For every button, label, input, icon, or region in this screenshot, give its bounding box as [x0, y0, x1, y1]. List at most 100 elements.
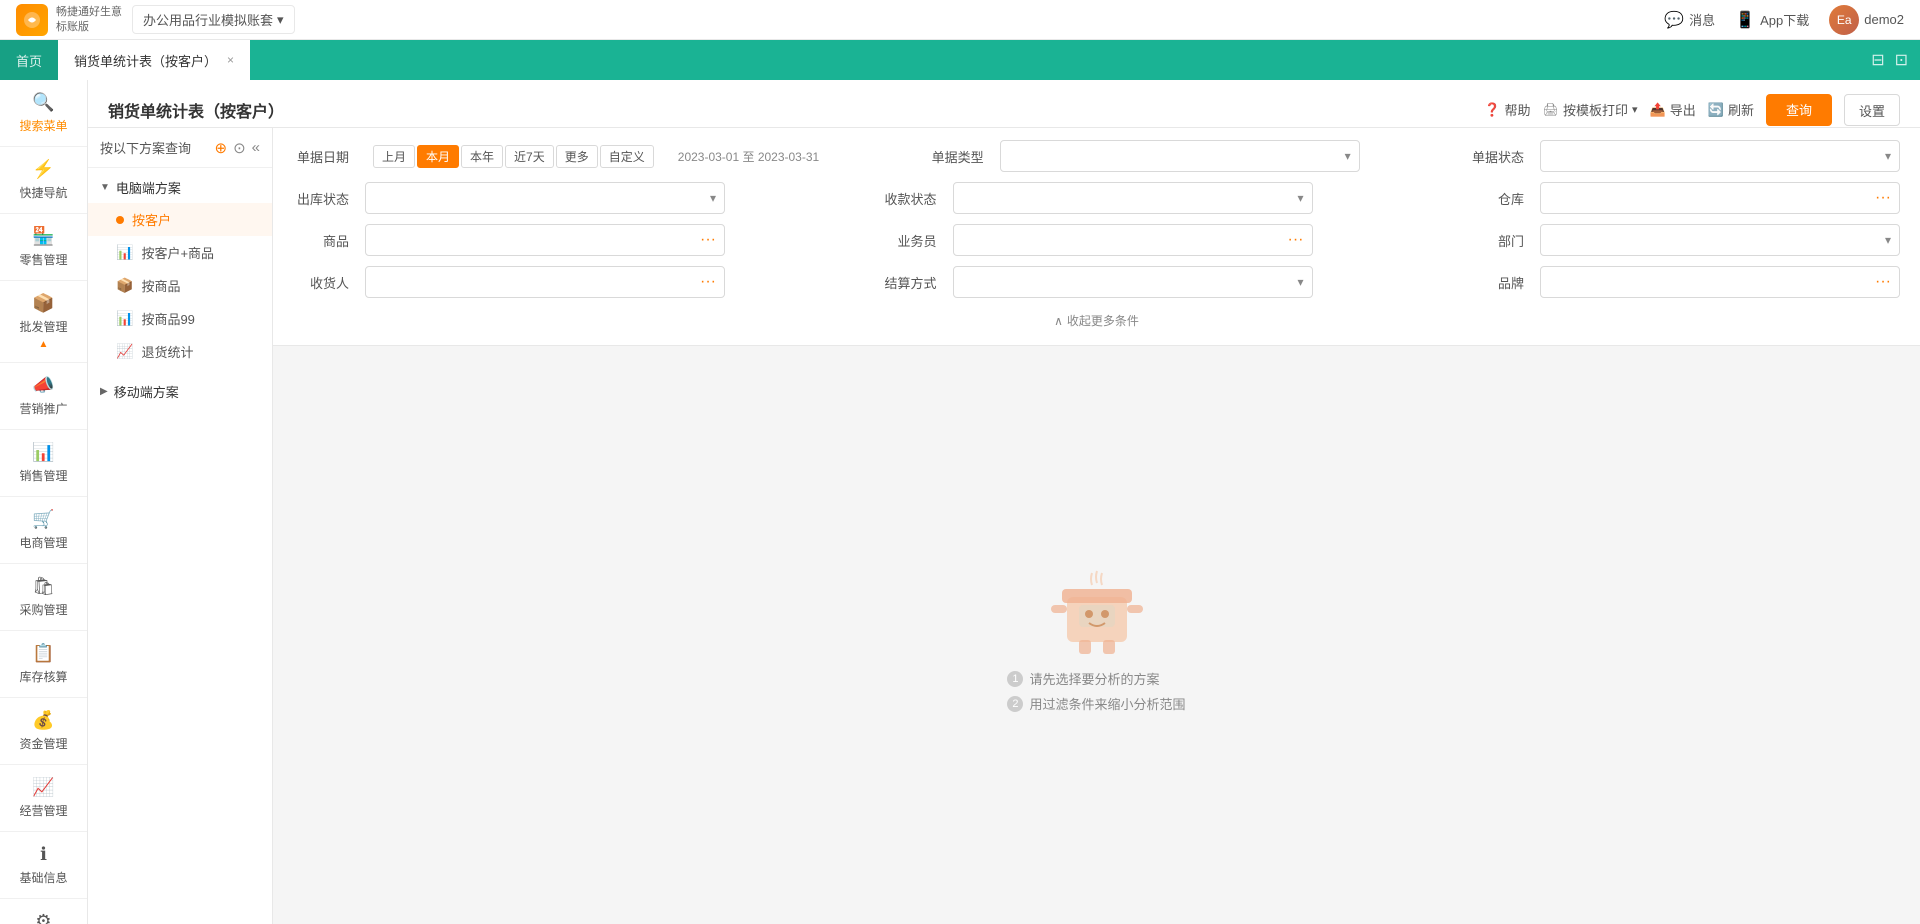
- query-button[interactable]: 查询: [1766, 94, 1832, 126]
- tab-active[interactable]: 销货单统计表（按客户） ×: [58, 40, 250, 80]
- product-label: 商品: [293, 231, 349, 250]
- sidebar-item-sales[interactable]: 📊 销售管理: [0, 430, 87, 497]
- salesperson-control[interactable]: ···: [953, 224, 1313, 256]
- chart-icon: 📊: [116, 244, 133, 261]
- out-status-control[interactable]: ▾: [365, 182, 725, 214]
- scheme-item-by-customer-product[interactable]: 📊 按客户+商品: [88, 236, 272, 269]
- order-status-control[interactable]: ▾: [1540, 140, 1900, 172]
- date-btn-this-year[interactable]: 本年: [461, 145, 503, 168]
- product-control[interactable]: ···: [365, 224, 725, 256]
- filter-row-4: 收货人 ··· 结算方式 ▾ 品牌: [293, 266, 1900, 298]
- chevron-down-icon: ▾: [277, 12, 284, 28]
- order-type-chevron: ▾: [1345, 149, 1351, 163]
- settings-scheme-icon[interactable]: ⊙: [233, 139, 246, 157]
- date-btn-7days[interactable]: 近7天: [505, 145, 554, 168]
- minimize-icon[interactable]: ⊟: [1871, 50, 1884, 70]
- settings-button[interactable]: 设置: [1844, 94, 1900, 126]
- sidebar-item-wholesale[interactable]: 📦 批发管理 ▲: [0, 281, 87, 363]
- recipient-control[interactable]: ···: [365, 266, 725, 298]
- finance-icon: 💰: [32, 710, 54, 731]
- warehouse-label: 仓库: [1468, 189, 1524, 208]
- header-left: 畅捷通好生意 标账版 办公用品行业模拟账套 ▾: [16, 4, 295, 36]
- right-panel: 单据日期 上月 本月 本年 近7天 更多 自定义 2023-03-01 至 20…: [273, 128, 1920, 924]
- sidebar-item-system[interactable]: ⚙ 系统管理: [0, 899, 87, 924]
- refresh-button[interactable]: 🔄 刷新: [1708, 100, 1754, 119]
- logo-text: 畅捷通好生意 标账版: [56, 5, 122, 34]
- search-icon: 🔍: [32, 92, 54, 113]
- brand-label: 品牌: [1468, 273, 1524, 292]
- page-title: 销货单统计表（按客户）: [108, 98, 284, 122]
- date-btn-last-month[interactable]: 上月: [373, 145, 415, 168]
- export-button[interactable]: 📤 导出: [1650, 100, 1696, 119]
- settlement-control[interactable]: ▾: [953, 266, 1313, 298]
- sidebar-item-basic[interactable]: ℹ 基础信息: [0, 832, 87, 899]
- mobile-arrow-icon: ▶: [100, 386, 108, 397]
- scheme-item-by-product99[interactable]: 📊 按商品99: [88, 302, 272, 335]
- app-download-action[interactable]: 📱 App下载: [1735, 10, 1809, 30]
- active-dot: [116, 216, 124, 224]
- date-btn-this-month[interactable]: 本月: [417, 145, 459, 168]
- sidebar-item-inventory[interactable]: 📋 库存核算: [0, 631, 87, 698]
- sidebar-item-marketing[interactable]: 📣 营销推广: [0, 363, 87, 430]
- message-action[interactable]: 💬 消息: [1664, 10, 1715, 30]
- settlement-chevron: ▾: [1297, 275, 1303, 289]
- wholesale-icon: 📦: [32, 293, 54, 314]
- recipient-dots[interactable]: ···: [700, 273, 716, 291]
- salesperson-label: 业务员: [881, 231, 937, 250]
- purchase-icon: 🛍: [32, 576, 55, 597]
- order-type-control[interactable]: ▾: [1000, 140, 1360, 172]
- department-label: 部门: [1468, 231, 1524, 250]
- logo-area: 畅捷通好生意 标账版: [16, 4, 122, 36]
- collapse-btn[interactable]: ∧ 收起更多条件: [1042, 308, 1151, 333]
- filter-bar: 单据日期 上月 本月 本年 近7天 更多 自定义 2023-03-01 至 20…: [273, 128, 1920, 346]
- user-action[interactable]: Ea demo2: [1829, 5, 1904, 35]
- salesperson-dots[interactable]: ···: [1288, 231, 1304, 249]
- sidebar-item-retail[interactable]: 🏪 零售管理: [0, 214, 87, 281]
- date-btn-custom[interactable]: 自定义: [600, 145, 654, 168]
- tab-actions: ⊟ ⊡: [1871, 50, 1920, 70]
- brand-dots[interactable]: ···: [1875, 273, 1891, 291]
- date-label: 单据日期: [293, 147, 349, 166]
- collapse-scheme-icon[interactable]: «: [252, 139, 260, 156]
- pc-group-header[interactable]: ▼ 电脑端方案: [88, 172, 272, 203]
- print-button[interactable]: 🖨 按模板打印 ▾: [1543, 100, 1638, 119]
- receipt-status-control[interactable]: ▾: [953, 182, 1313, 214]
- sidebar-item-purchase[interactable]: 🛍 采购管理: [0, 564, 87, 631]
- app-selector[interactable]: 办公用品行业模拟账套 ▾: [132, 5, 295, 34]
- help-button[interactable]: ❓ 帮助: [1484, 100, 1530, 119]
- sidebar-item-quick-nav[interactable]: ⚡ 快捷导航: [0, 147, 87, 214]
- inventory-icon: 📋: [32, 643, 54, 664]
- chart2-icon: 📊: [116, 310, 133, 327]
- sidebar-item-finance[interactable]: 💰 资金管理: [0, 698, 87, 765]
- product-dots[interactable]: ···: [700, 231, 716, 249]
- mobile-group-header[interactable]: ▶ 移动端方案: [88, 376, 272, 407]
- warehouse-control[interactable]: ···: [1540, 182, 1900, 214]
- scheme-item-by-customer[interactable]: 按客户: [88, 203, 272, 236]
- brand-control[interactable]: ···: [1540, 266, 1900, 298]
- sidebar-item-operations[interactable]: 📈 经营管理: [0, 765, 87, 832]
- sidebar-item-ecommerce[interactable]: 🛒 电商管理: [0, 497, 87, 564]
- out-status-chevron: ▾: [710, 191, 716, 205]
- department-control[interactable]: ▾: [1540, 224, 1900, 256]
- settlement-label: 结算方式: [881, 273, 937, 292]
- quick-nav-icon: ⚡: [32, 159, 54, 180]
- order-type-label: 单据类型: [928, 147, 984, 166]
- date-btn-more[interactable]: 更多: [556, 145, 598, 168]
- order-status-label: 单据状态: [1468, 147, 1524, 166]
- print-chevron-icon: ▾: [1632, 103, 1638, 116]
- filter-row-1: 单据日期 上月 本月 本年 近7天 更多 自定义 2023-03-01 至 20…: [293, 140, 1900, 172]
- warehouse-dots[interactable]: ···: [1875, 189, 1891, 207]
- sales-icon: 📊: [32, 442, 54, 463]
- help-icon: ❓: [1484, 102, 1500, 118]
- ecommerce-icon: 🛒: [32, 509, 54, 530]
- maximize-icon[interactable]: ⊡: [1895, 50, 1908, 70]
- out-status-label: 出库状态: [293, 189, 349, 208]
- export-icon: 📤: [1650, 102, 1666, 118]
- retail-icon: 🏪: [32, 226, 54, 247]
- sidebar-item-search-menu[interactable]: 🔍 搜索菜单: [0, 80, 87, 147]
- scheme-item-return-stats[interactable]: 📈 退货统计: [88, 335, 272, 368]
- tab-close-icon[interactable]: ×: [227, 53, 234, 67]
- add-scheme-icon[interactable]: ⊕: [215, 139, 228, 157]
- scheme-item-by-product[interactable]: 📦 按商品: [88, 269, 272, 302]
- tab-home[interactable]: 首页: [0, 40, 58, 80]
